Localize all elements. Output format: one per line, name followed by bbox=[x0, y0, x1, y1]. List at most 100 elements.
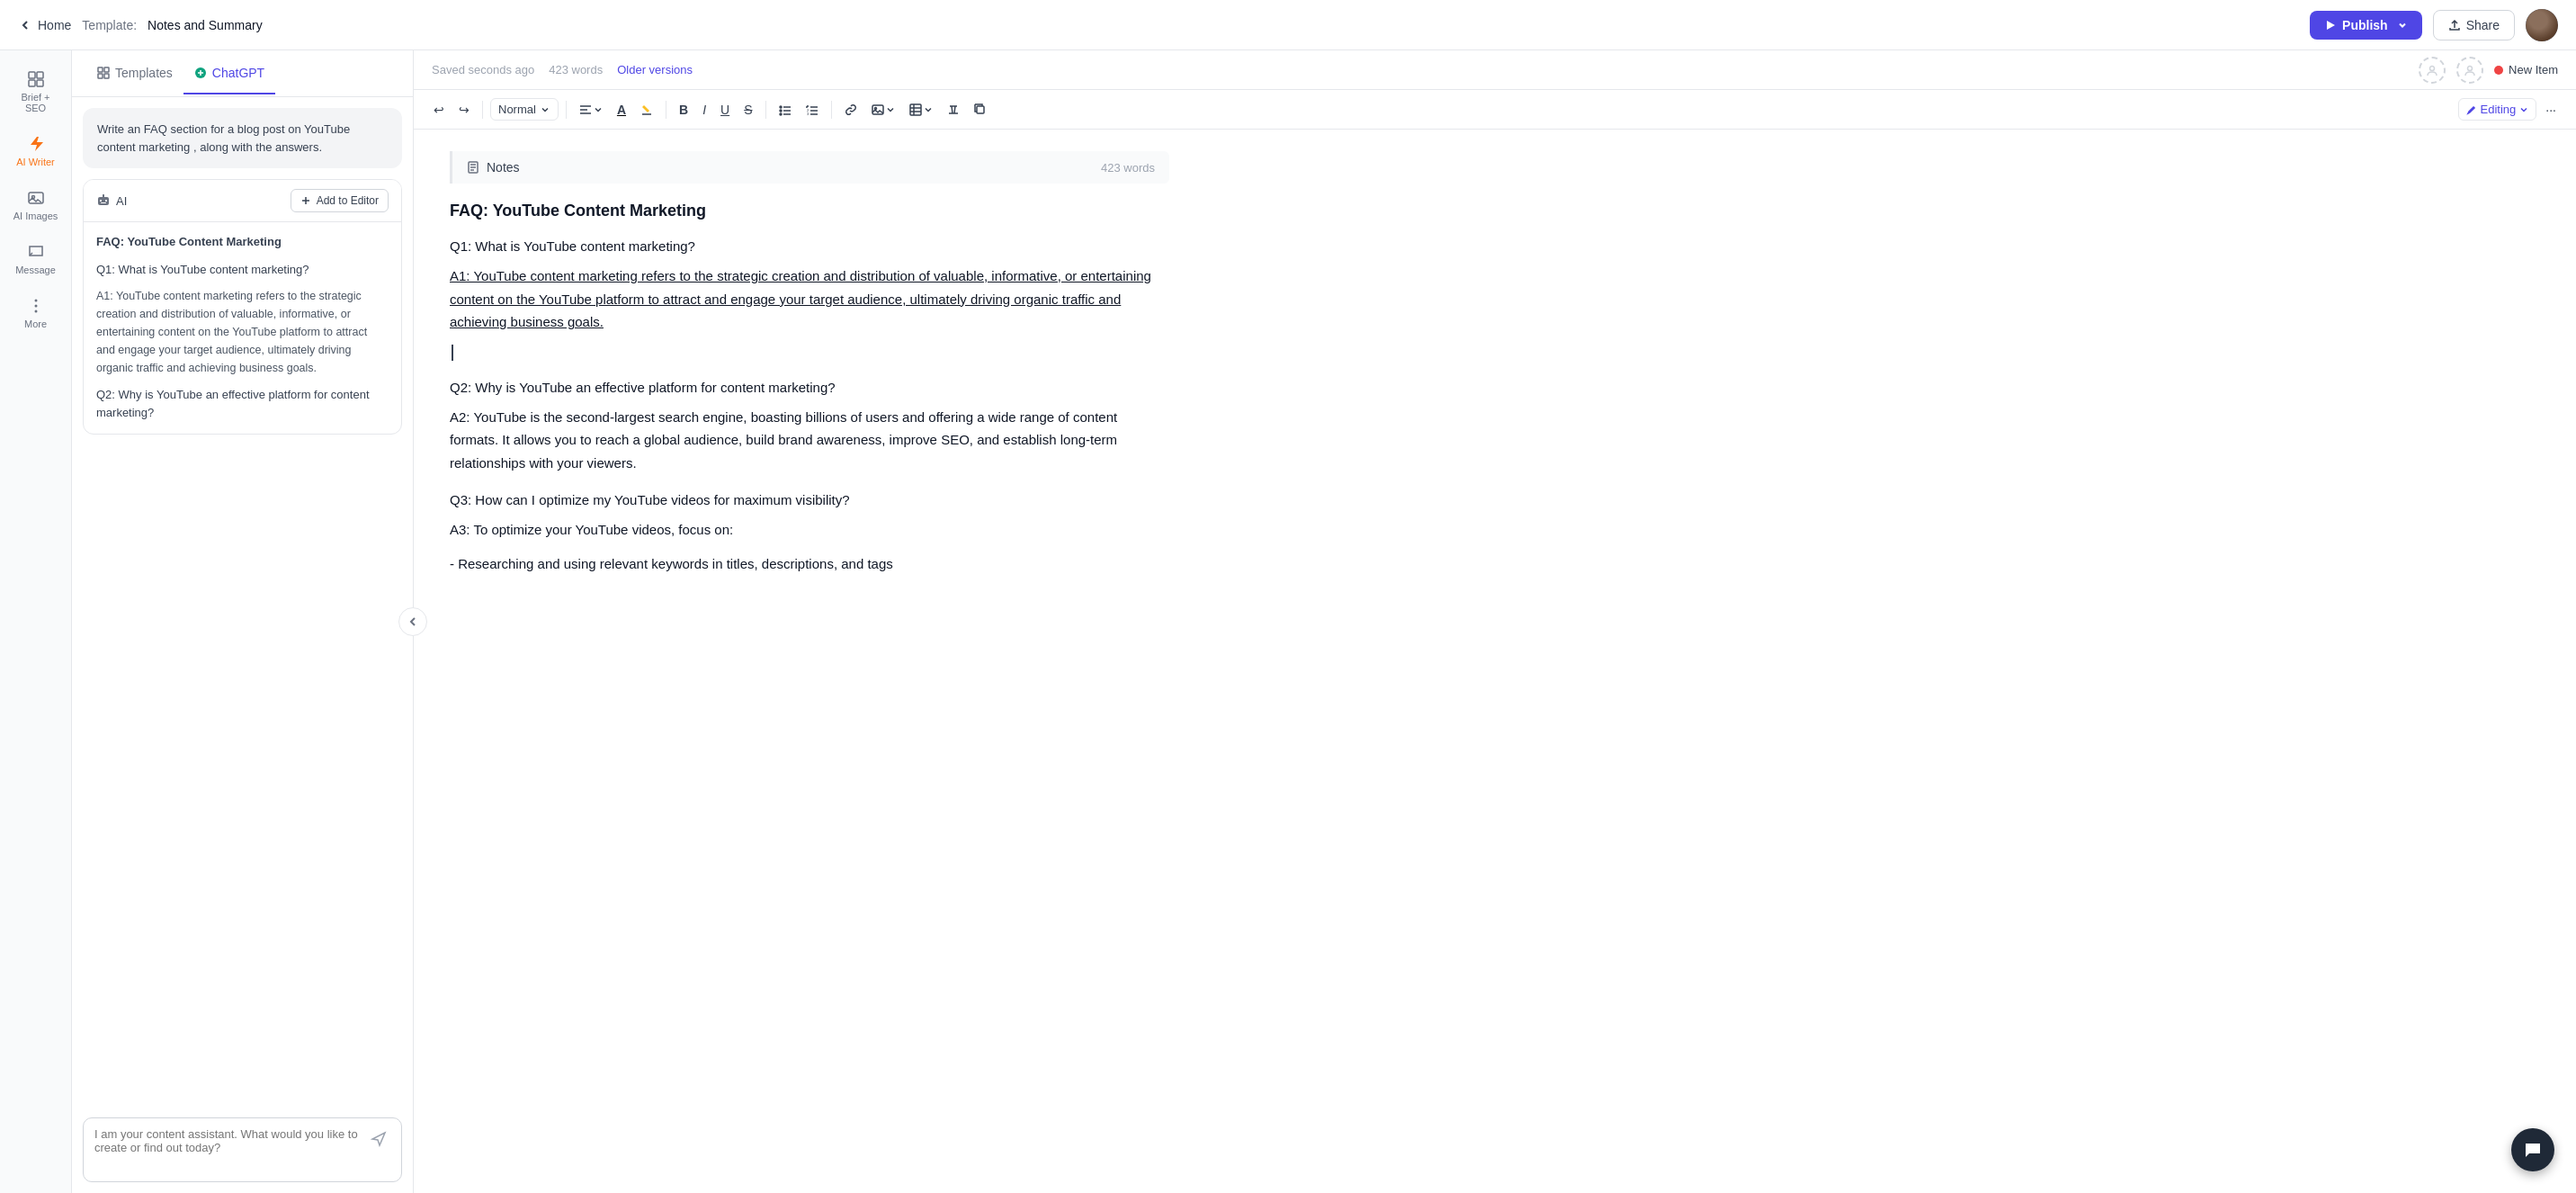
top-bar-right: Publish Share bbox=[2310, 9, 2558, 41]
chat-input-container bbox=[83, 1117, 402, 1182]
svg-rect-4 bbox=[37, 80, 43, 86]
sidebar-item-ai-writer[interactable]: AI Writer bbox=[4, 126, 68, 176]
formatting-toolbar: ↩ ↪ Normal A B bbox=[414, 90, 2576, 130]
prompt-bubble: Write an FAQ section for a blog post on … bbox=[83, 108, 402, 168]
chat-input[interactable] bbox=[94, 1127, 367, 1172]
svg-point-9 bbox=[34, 310, 37, 313]
text-color-button[interactable]: A bbox=[612, 99, 631, 121]
italic-icon: I bbox=[702, 103, 706, 117]
link-icon bbox=[845, 103, 857, 116]
panel-tabs: Templates ChatGPT bbox=[72, 50, 413, 97]
top-bar: Home Template: Notes and Summary Publish… bbox=[0, 0, 2576, 50]
word-count-status: 423 words bbox=[549, 63, 603, 76]
clear-format-icon bbox=[947, 103, 960, 116]
sidebar-item-ai-images[interactable]: AI Images bbox=[4, 180, 68, 230]
person-icon bbox=[2426, 64, 2438, 76]
sidebar-item-message[interactable]: Message bbox=[4, 234, 68, 284]
prompt-text: Write an FAQ section for a blog post on … bbox=[97, 122, 350, 154]
bullet-list-button[interactable] bbox=[774, 100, 797, 120]
overflow-dots-icon: ··· bbox=[2545, 103, 2556, 117]
notes-word-count: 423 words bbox=[1101, 161, 1155, 175]
chevron-left-collapse-icon bbox=[407, 615, 419, 628]
italic-button[interactable]: I bbox=[697, 99, 711, 121]
undo-button[interactable]: ↩ bbox=[428, 99, 450, 121]
sidebar-item-more[interactable]: More bbox=[4, 288, 68, 338]
toolbar-divider-1 bbox=[482, 101, 483, 119]
more-options-button[interactable] bbox=[969, 100, 992, 120]
redo-button[interactable]: ↪ bbox=[453, 99, 475, 121]
svg-rect-30 bbox=[977, 106, 984, 113]
ai-response-box: AI Add to Editor FAQ: YouTube Content Ma… bbox=[83, 179, 402, 435]
editor-status-bar: Saved seconds ago 423 words Older versio… bbox=[414, 50, 2576, 90]
collapse-panel-button[interactable] bbox=[398, 607, 427, 636]
link-button[interactable] bbox=[839, 100, 863, 120]
style-selector[interactable]: Normal bbox=[490, 98, 559, 121]
overflow-menu-button[interactable]: ··· bbox=[2540, 99, 2562, 121]
bolt-icon bbox=[27, 135, 45, 153]
image-button[interactable] bbox=[866, 100, 900, 120]
share-button[interactable]: Share bbox=[2433, 10, 2515, 40]
publish-label: Publish bbox=[2342, 18, 2388, 32]
svg-rect-3 bbox=[29, 80, 35, 86]
templates-icon bbox=[97, 67, 110, 79]
ai-response-body: FAQ: YouTube Content Marketing Q1: What … bbox=[84, 222, 401, 434]
person-icon-2 bbox=[2464, 64, 2476, 76]
svg-marker-0 bbox=[2327, 21, 2335, 30]
editor-content-inner: Notes 423 words FAQ: YouTube Content Mar… bbox=[450, 151, 1169, 575]
add-icon bbox=[300, 195, 311, 206]
older-versions-link[interactable]: Older versions bbox=[617, 63, 693, 76]
style-chevron-icon bbox=[540, 104, 550, 115]
message-icon bbox=[27, 243, 45, 261]
doc-q2-section: Q2: Why is YouTube an effective platform… bbox=[450, 380, 1169, 475]
new-item-indicator: New Item bbox=[2494, 63, 2558, 76]
doc-q3: Q3: How can I optimize my YouTube videos… bbox=[450, 492, 1169, 507]
publish-button[interactable]: Publish bbox=[2310, 11, 2422, 40]
share-icon bbox=[2448, 19, 2461, 31]
tab-templates[interactable]: Templates bbox=[86, 53, 183, 94]
strikethrough-button[interactable]: S bbox=[738, 99, 757, 121]
new-item-label: New Item bbox=[2509, 63, 2558, 76]
numbered-list-button[interactable]: 23 bbox=[801, 100, 824, 120]
tab-chatgpt-label: ChatGPT bbox=[212, 66, 264, 80]
home-link[interactable]: Home bbox=[18, 18, 71, 32]
notes-label-container: Notes bbox=[467, 160, 520, 175]
response-title: FAQ: YouTube Content Marketing bbox=[96, 233, 389, 252]
tab-chatgpt[interactable]: ChatGPT bbox=[183, 53, 275, 94]
main-layout: Brief + SEO AI Writer AI Images Message … bbox=[0, 50, 2576, 1193]
editing-mode-button[interactable]: Editing bbox=[2458, 98, 2537, 121]
avatar[interactable] bbox=[2526, 9, 2558, 41]
chat-bubble-button[interactable] bbox=[2511, 1128, 2554, 1171]
editor-area: Saved seconds ago 423 words Older versio… bbox=[414, 50, 2576, 1193]
grid-icon bbox=[27, 70, 45, 88]
panel-content: Write an FAQ section for a blog post on … bbox=[72, 97, 413, 1110]
doc-a3-bullet: - Researching and using relevant keyword… bbox=[450, 552, 1169, 576]
sidebar-label-more: More bbox=[24, 318, 47, 329]
svg-point-8 bbox=[34, 305, 37, 308]
underline-button[interactable]: U bbox=[715, 99, 735, 121]
sidebar-label-ai-writer: AI Writer bbox=[16, 157, 55, 167]
align-chevron-icon bbox=[594, 105, 603, 114]
doc-title-section: FAQ: YouTube Content Marketing bbox=[450, 202, 1169, 220]
sidebar-label-message: Message bbox=[15, 265, 56, 275]
marker-icon bbox=[640, 103, 653, 116]
sidebar-item-brief-seo[interactable]: Brief + SEO bbox=[4, 61, 68, 122]
bold-button[interactable]: B bbox=[674, 99, 693, 121]
sidebar-label-brief-seo: Brief + SEO bbox=[11, 92, 61, 113]
image-chevron-icon bbox=[886, 105, 895, 114]
style-label: Normal bbox=[498, 103, 536, 116]
template-name: Notes and Summary bbox=[148, 18, 263, 32]
ai-robot-icon bbox=[96, 193, 111, 208]
svg-rect-29 bbox=[910, 104, 921, 115]
add-to-editor-button[interactable]: Add to Editor bbox=[291, 189, 389, 212]
table-button[interactable] bbox=[904, 100, 938, 120]
doc-cursor bbox=[450, 345, 1169, 362]
highlight-button[interactable] bbox=[635, 100, 658, 120]
align-button[interactable] bbox=[574, 100, 608, 120]
svg-point-20 bbox=[2430, 66, 2435, 70]
clear-format-button[interactable] bbox=[942, 100, 965, 120]
doc-title: FAQ: YouTube Content Marketing bbox=[450, 202, 1169, 220]
doc-q2: Q2: Why is YouTube an effective platform… bbox=[450, 380, 1169, 395]
doc-q1: Q1: What is YouTube content marketing? bbox=[450, 238, 1169, 254]
send-button[interactable] bbox=[367, 1127, 390, 1153]
dots-icon bbox=[27, 297, 45, 315]
